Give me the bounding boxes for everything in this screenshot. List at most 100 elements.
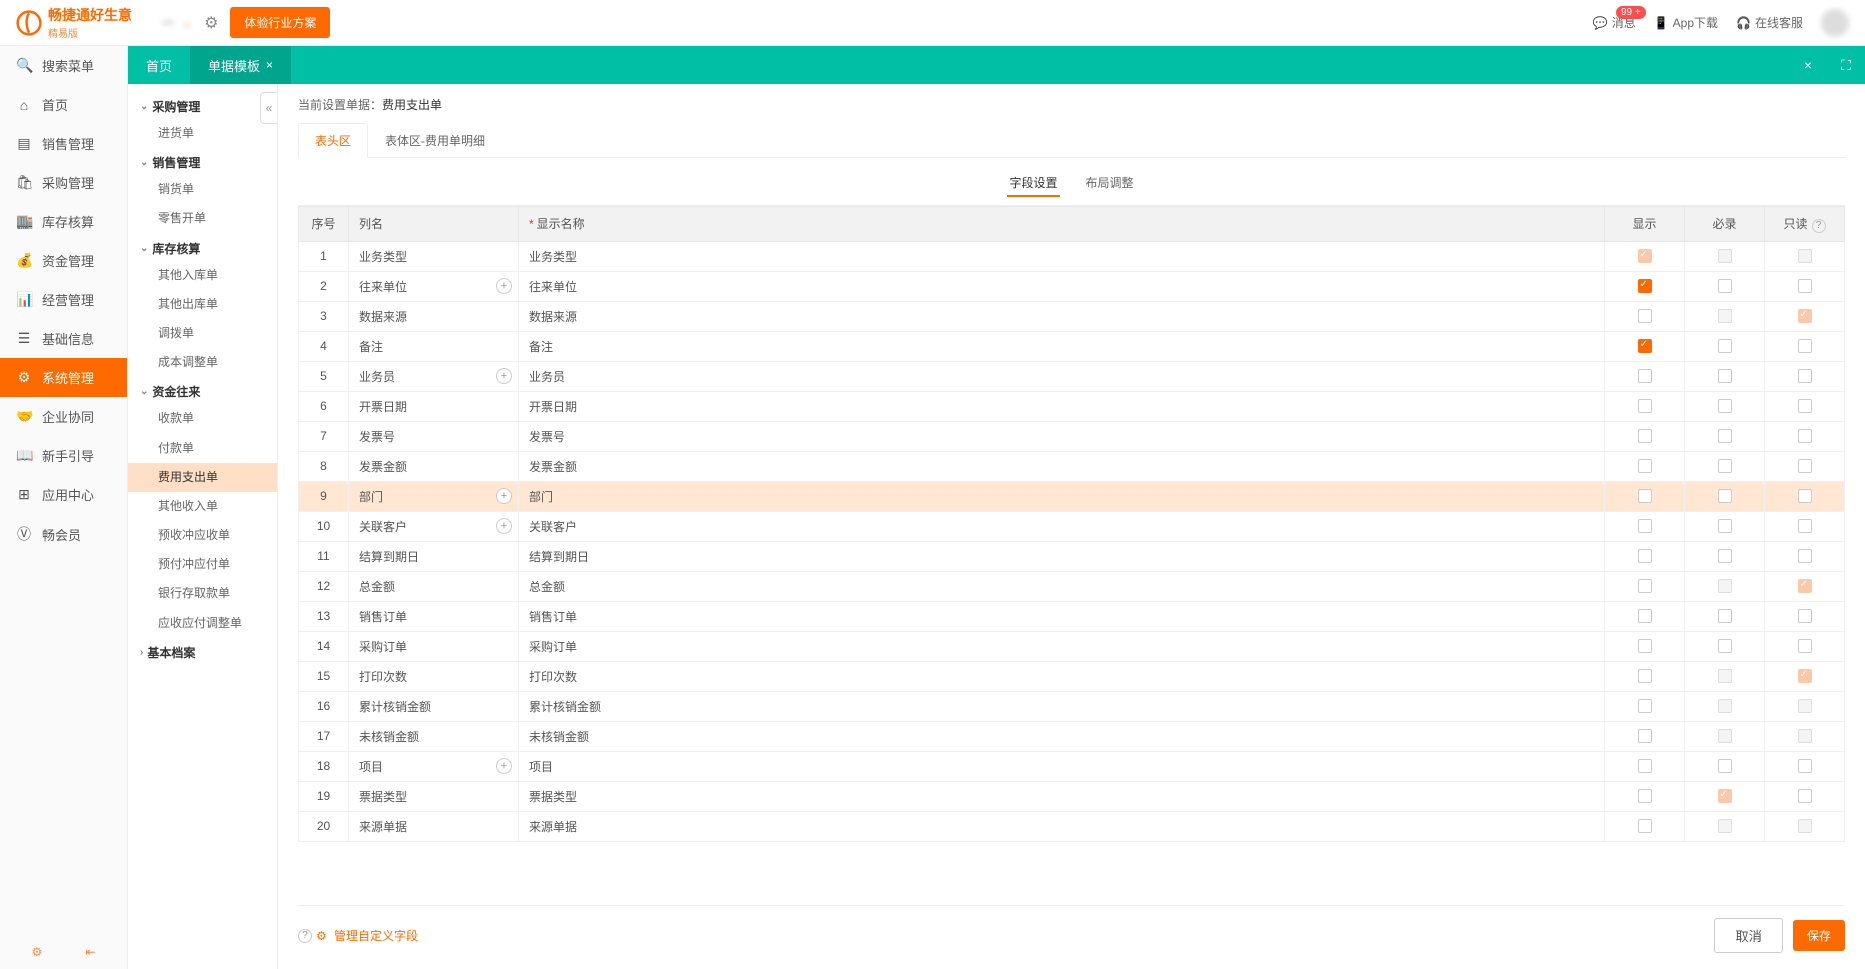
display-name-cell[interactable]: 票据类型 [519,781,1605,811]
display-name-cell[interactable]: 业务员 [519,361,1605,391]
tree-item[interactable]: 收款单 [128,404,277,433]
tree-item[interactable]: 其他出库单 [128,290,277,319]
section-tab-header[interactable]: 表头区 [298,123,368,158]
tree-item[interactable]: 预收冲应收单 [128,521,277,550]
checkbox[interactable] [1638,819,1652,833]
tree-item[interactable]: 付款单 [128,434,277,463]
checkbox[interactable] [1638,639,1652,653]
online-service[interactable]: 🎧 在线客服 [1736,14,1803,31]
checkbox[interactable] [1718,339,1732,353]
settings-bottom-icon[interactable]: ⚙ [32,945,43,959]
fullscreen-icon[interactable]: ⛶ [1827,57,1865,74]
company-selector[interactable]: 一 ⌄ [162,14,192,31]
display-name-cell[interactable]: 往来单位 [519,271,1605,301]
collapse-sidebar-icon[interactable]: ⇤ [85,945,95,959]
tree-item[interactable]: 费用支出单 [128,463,277,492]
checkbox[interactable] [1718,549,1732,563]
display-name-cell[interactable]: 总金额 [519,571,1605,601]
checkbox[interactable] [1638,489,1652,503]
tree-group[interactable]: ⌄销售管理 [128,148,277,175]
sidebar-item[interactable]: Ⓥ畅会员 [0,514,127,554]
save-button[interactable]: 保存 [1793,920,1845,951]
subtab-field-settings[interactable]: 字段设置 [1007,170,1059,197]
checkbox[interactable] [1798,279,1812,293]
checkbox[interactable] [1798,549,1812,563]
add-icon[interactable]: + [496,368,512,384]
tree-item[interactable]: 零售开单 [128,204,277,233]
sidebar-item[interactable]: 💰资金管理 [0,241,127,280]
tree-item[interactable]: 销货单 [128,175,277,204]
close-all-tabs-icon[interactable]: × [1789,57,1827,74]
checkbox[interactable] [1638,519,1652,533]
display-name-cell[interactable]: 发票金额 [519,451,1605,481]
display-name-cell[interactable]: 销售订单 [519,601,1605,631]
checkbox[interactable] [1718,369,1732,383]
settings-icon[interactable]: ⚙ [204,13,218,33]
collapse-sub-sidebar[interactable]: « [260,92,278,124]
messages[interactable]: 💬 消息 99 + [1593,14,1636,31]
add-icon[interactable]: + [496,488,512,504]
tab-home[interactable]: 首页 [128,46,190,84]
sidebar-item[interactable]: ▤销售管理 [0,124,127,163]
display-name-cell[interactable]: 打印次数 [519,661,1605,691]
sidebar-item[interactable]: 📊经营管理 [0,280,127,319]
checkbox[interactable] [1638,759,1652,773]
subtab-layout[interactable]: 布局调整 [1084,170,1136,197]
checkbox[interactable] [1718,759,1732,773]
tree-item[interactable]: 预付冲应付单 [128,550,277,579]
sidebar-item[interactable]: 🏬库存核算 [0,202,127,241]
cancel-button[interactable]: 取消 [1714,918,1783,953]
display-name-cell[interactable]: 结算到期日 [519,541,1605,571]
checkbox[interactable] [1638,279,1652,293]
section-tab-body[interactable]: 表体区-费用单明细 [368,123,502,157]
tree-item[interactable]: 其他收入单 [128,492,277,521]
checkbox[interactable] [1798,369,1812,383]
checkbox[interactable] [1798,609,1812,623]
tree-group[interactable]: ⌄库存核算 [128,234,277,261]
tree-item[interactable]: 调拨单 [128,319,277,348]
checkbox[interactable] [1718,429,1732,443]
checkbox[interactable] [1638,789,1652,803]
close-icon[interactable]: × [266,58,273,72]
checkbox[interactable] [1638,609,1652,623]
display-name-cell[interactable]: 累计核销金额 [519,691,1605,721]
display-name-cell[interactable]: 开票日期 [519,391,1605,421]
checkbox[interactable] [1718,399,1732,413]
checkbox[interactable] [1718,519,1732,533]
checkbox[interactable] [1798,489,1812,503]
display-name-cell[interactable]: 来源单据 [519,811,1605,841]
checkbox[interactable] [1638,429,1652,443]
checkbox[interactable] [1638,369,1652,383]
tab-doc-template[interactable]: 单据模板 × [190,46,291,84]
checkbox[interactable] [1638,399,1652,413]
sidebar-item[interactable]: 📖新手引导 [0,436,127,475]
checkbox[interactable] [1798,639,1812,653]
add-icon[interactable]: + [496,278,512,294]
checkbox[interactable] [1798,429,1812,443]
checkbox[interactable] [1798,399,1812,413]
checkbox[interactable] [1638,669,1652,683]
help-icon[interactable]: ? [298,929,312,943]
display-name-cell[interactable]: 备注 [519,331,1605,361]
checkbox[interactable] [1798,759,1812,773]
tree-item[interactable]: 其他入库单 [128,261,277,290]
checkbox[interactable] [1638,729,1652,743]
industry-plan-button[interactable]: 体验行业方案 [230,7,330,38]
sidebar-item[interactable]: ⊞应用中心 [0,475,127,514]
display-name-cell[interactable]: 部门 [519,481,1605,511]
checkbox[interactable] [1798,789,1812,803]
display-name-cell[interactable]: 未核销金额 [519,721,1605,751]
tree-item[interactable]: 应收应付调整单 [128,609,277,638]
add-icon[interactable]: + [496,758,512,774]
manage-custom-fields-link[interactable]: ⚙ 管理自定义字段 [316,927,418,944]
checkbox[interactable] [1638,459,1652,473]
checkbox[interactable] [1798,339,1812,353]
tree-item[interactable]: 成本调整单 [128,348,277,377]
checkbox[interactable] [1638,579,1652,593]
tree-item[interactable]: 进货单 [128,119,277,148]
checkbox[interactable] [1718,639,1732,653]
display-name-cell[interactable]: 数据来源 [519,301,1605,331]
tree-group[interactable]: ›基本档案 [128,638,277,665]
display-name-cell[interactable]: 业务类型 [519,241,1605,271]
sidebar-item[interactable]: ⚙系统管理 [0,358,127,397]
